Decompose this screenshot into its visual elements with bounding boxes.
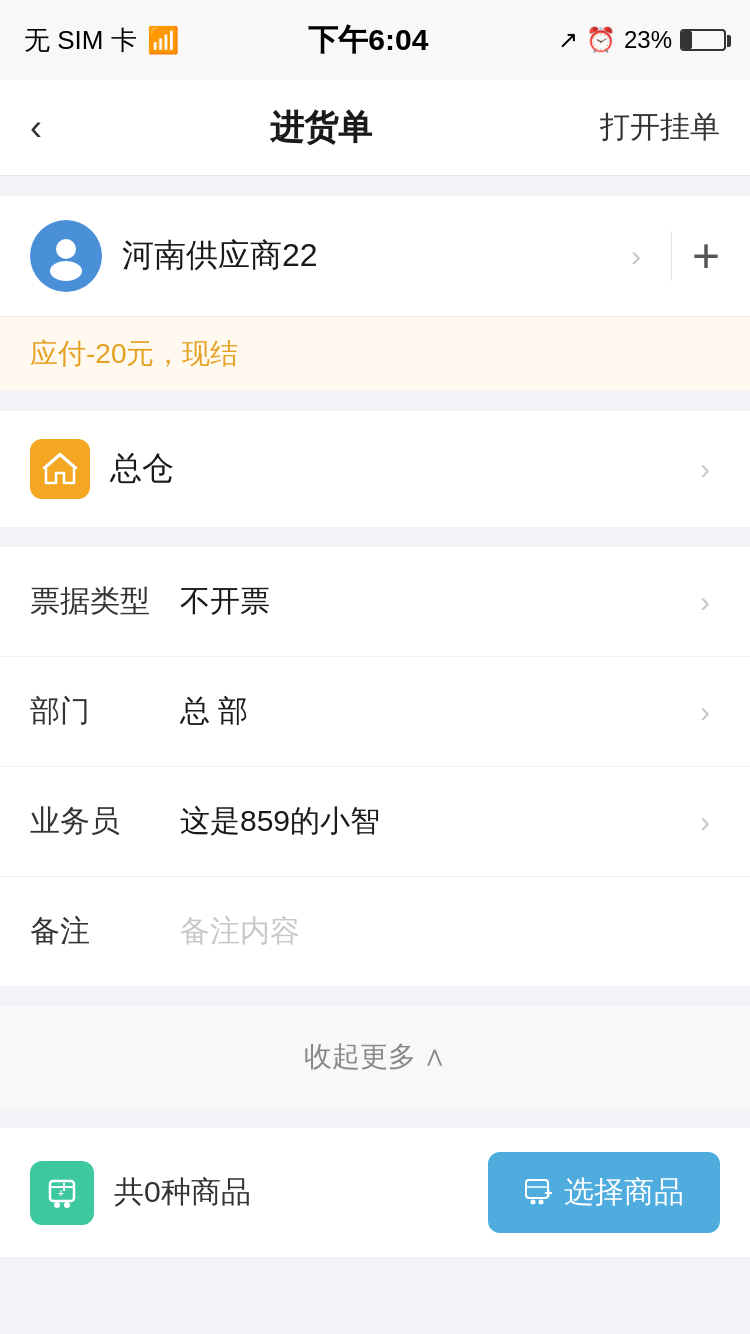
svg-point-13 [539, 1199, 544, 1204]
department-row[interactable]: 部门 总 部 › [0, 657, 750, 767]
remark-label: 备注 [30, 911, 180, 952]
status-right: ↗ ⏰ 23% [558, 26, 726, 54]
cart-icon: + [44, 1175, 80, 1211]
supplier-divider [671, 231, 672, 281]
bottom-bar: + 共0种商品 选择商品 [0, 1128, 750, 1257]
svg-point-0 [56, 239, 76, 259]
page-title: 进货单 [270, 105, 372, 151]
svg-point-12 [531, 1199, 536, 1204]
battery-icon [680, 29, 726, 51]
status-left: 无 SIM 卡 📶 [24, 23, 179, 58]
house-icon [42, 451, 78, 487]
carrier-label: 无 SIM 卡 [24, 23, 137, 58]
select-product-button[interactable]: 选择商品 [488, 1152, 720, 1233]
open-pending-button[interactable]: 打开挂单 [600, 107, 720, 148]
form-section: 票据类型 不开票 › 部门 总 部 › 业务员 这是859的小智 › 备注 备注… [0, 547, 750, 986]
person-icon [41, 231, 91, 281]
wifi-icon: 📶 [147, 25, 179, 56]
product-count-group: + 共0种商品 [30, 1161, 251, 1225]
invoice-type-value: 不开票 [180, 581, 700, 622]
status-bar: 无 SIM 卡 📶 下午6:04 ↗ ⏰ 23% [0, 0, 750, 80]
notice-bar: 应付-20元，现结 [0, 316, 750, 391]
svg-text:+: + [58, 1188, 64, 1199]
sales-rep-chevron-icon: › [700, 805, 710, 839]
time-label: 下午6:04 [308, 20, 428, 61]
invoice-type-label: 票据类型 [30, 581, 180, 622]
svg-point-6 [64, 1202, 70, 1208]
supplier-avatar [30, 220, 102, 292]
product-count-icon: + [30, 1161, 94, 1225]
sales-rep-value: 这是859的小智 [180, 801, 700, 842]
sales-rep-label: 业务员 [30, 801, 180, 842]
invoice-type-chevron-icon: › [700, 585, 710, 619]
collapse-row[interactable]: 收起更多 ∧ [0, 1006, 750, 1108]
product-count-label: 共0种商品 [114, 1172, 251, 1213]
notice-text: 应付-20元，现结 [30, 338, 238, 369]
remark-placeholder: 备注内容 [180, 911, 720, 952]
svg-point-1 [50, 261, 82, 281]
alarm-icon: ⏰ [586, 26, 616, 54]
svg-marker-2 [46, 455, 74, 483]
back-button[interactable]: ‹ [30, 107, 42, 149]
supplier-row[interactable]: 河南供应商22 › + [0, 196, 750, 316]
department-label: 部门 [30, 691, 180, 732]
warehouse-icon [30, 439, 90, 499]
warehouse-row[interactable]: 总仓 › [0, 411, 750, 527]
sales-rep-row[interactable]: 业务员 这是859的小智 › [0, 767, 750, 877]
battery-percent: 23% [624, 26, 672, 54]
back-icon: ‹ [30, 107, 42, 148]
invoice-type-row[interactable]: 票据类型 不开票 › [0, 547, 750, 657]
supplier-card: 河南供应商22 › + 应付-20元，现结 [0, 196, 750, 391]
section-divider-1 [0, 176, 750, 196]
supplier-chevron-icon: › [631, 239, 641, 273]
department-chevron-icon: › [700, 695, 710, 729]
warehouse-chevron-icon: › [700, 452, 710, 486]
supplier-name: 河南供应商22 [122, 234, 631, 278]
select-product-icon [524, 1178, 554, 1208]
select-product-label: 选择商品 [564, 1172, 684, 1213]
department-value: 总 部 [180, 691, 700, 732]
collapse-label: 收起更多 ∧ [304, 1038, 447, 1076]
svg-rect-10 [526, 1180, 548, 1198]
svg-point-5 [54, 1202, 60, 1208]
add-supplier-button[interactable]: + [692, 232, 720, 280]
remark-row[interactable]: 备注 备注内容 [0, 877, 750, 986]
location-icon: ↗ [558, 26, 578, 54]
nav-bar: ‹ 进货单 打开挂单 [0, 80, 750, 176]
warehouse-label: 总仓 [110, 447, 700, 491]
